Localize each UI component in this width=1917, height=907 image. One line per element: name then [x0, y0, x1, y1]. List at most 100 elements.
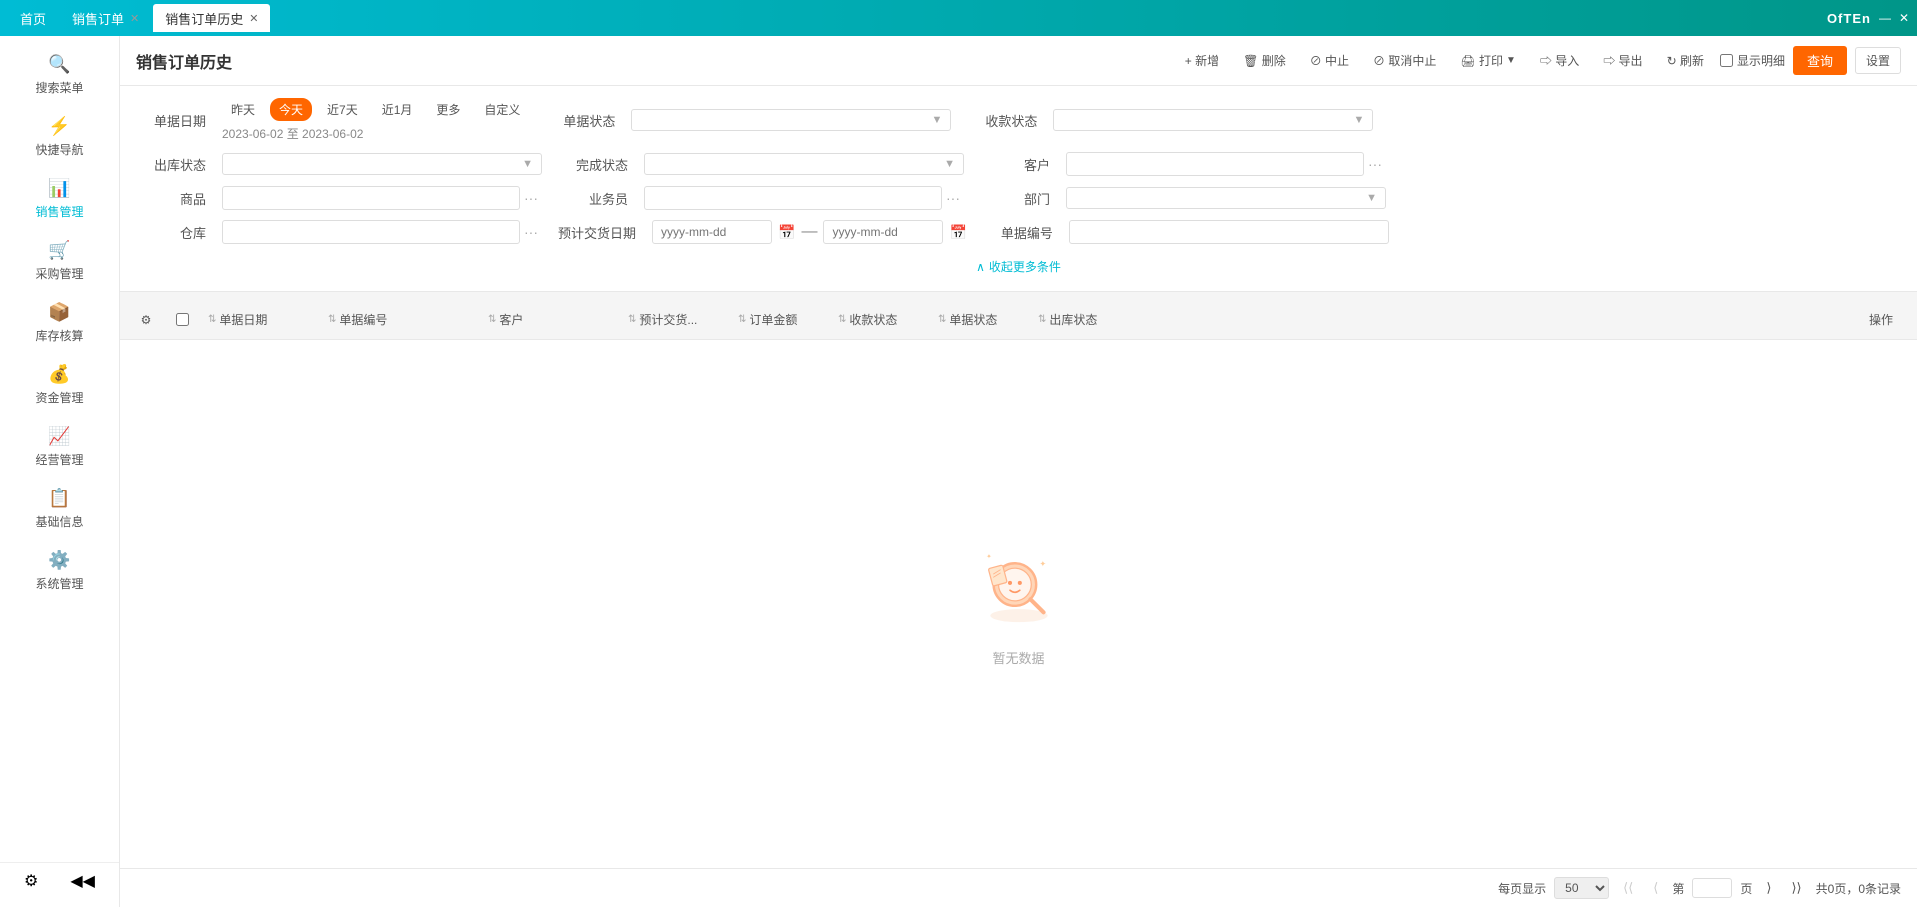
th-date-sort-icon[interactable]: ⇅: [208, 314, 216, 325]
sidebar-item-basic-info[interactable]: 📋 基础信息: [0, 478, 119, 540]
per-page-select[interactable]: 50 10 20 100: [1554, 877, 1609, 899]
date-buttons-group: 昨天 今天 近7天 近1月 更多 自定义: [222, 98, 529, 121]
warehouse-input[interactable]: [222, 220, 520, 244]
sidebar-item-capital-mgmt-label: 资金管理: [35, 389, 83, 406]
tab-sales-order[interactable]: 销售订单 ✕: [60, 4, 151, 32]
pagination-total-text: 共0页，0条记录: [1816, 880, 1901, 897]
th-amount-label: 订单金额: [749, 311, 797, 328]
order-no-input[interactable]: [1069, 220, 1389, 244]
delivery-date-dash: —: [801, 223, 817, 241]
goods-input[interactable]: [222, 186, 520, 210]
sidebar-item-operations-mgmt-label: 经营管理: [35, 451, 83, 468]
tab-sales-order-close[interactable]: ✕: [130, 12, 139, 25]
tab-sales-order-history-close[interactable]: ✕: [249, 12, 258, 25]
th-receipt-status-sort-icon[interactable]: ⇅: [838, 314, 846, 325]
date-btn-custom[interactable]: 自定义: [475, 98, 529, 121]
th-date-label: 单据日期: [219, 311, 267, 328]
sidebar-item-purchase-mgmt-label: 采购管理: [35, 265, 83, 282]
window-close-btn[interactable]: ✕: [1899, 11, 1909, 25]
completion-status-select[interactable]: ▼: [644, 153, 964, 175]
salesperson-dots-btn[interactable]: ···: [942, 190, 964, 206]
date-btn-1month[interactable]: 近1月: [373, 98, 422, 121]
pagination-last-btn[interactable]: ⟩⟩: [1785, 878, 1807, 898]
select-all-checkbox[interactable]: [176, 313, 189, 326]
collapse-row: ∧ 收起更多条件: [136, 254, 1901, 279]
stop-button[interactable]: ⊘ 中止: [1302, 48, 1357, 73]
sidebar-item-operations-mgmt[interactable]: 📈 经营管理: [0, 416, 119, 478]
delivery-date-start-input[interactable]: [652, 220, 772, 244]
customer-input[interactable]: [1066, 152, 1364, 176]
empty-text: 暂无数据: [992, 648, 1044, 667]
date-btn-more[interactable]: 更多: [427, 98, 469, 121]
delivery-status-select[interactable]: ▼: [222, 153, 542, 175]
th-amount: ⇅ 订单金额: [730, 311, 830, 328]
th-checkbox[interactable]: [164, 313, 200, 326]
order-no-label: 单据编号: [983, 223, 1053, 242]
th-customer-sort-icon[interactable]: ⇅: [488, 314, 496, 325]
settings-button[interactable]: 设置: [1855, 47, 1901, 74]
delivery-date-end-input[interactable]: [823, 220, 943, 244]
warehouse-dots-btn[interactable]: ···: [520, 224, 542, 240]
order-status-select[interactable]: ▼: [631, 109, 951, 131]
sidebar-item-quick-nav[interactable]: ⚡ 快捷导航: [0, 106, 119, 168]
filter-row-4: 仓库 ··· 预计交货日期 📅 — 📅 单据编号: [136, 220, 1901, 244]
th-order-status-sort-icon[interactable]: ⇅: [938, 314, 946, 325]
filter-row-3: 商品 ··· 业务员 ··· 部门 ▼: [136, 186, 1901, 210]
sidebar-item-inventory-check[interactable]: 📦 库存核算: [0, 292, 119, 354]
collapse-btn[interactable]: ∧ 收起更多条件: [976, 254, 1061, 279]
import-button[interactable]: ⇨ 导入: [1532, 48, 1587, 73]
sidebar-item-purchase-mgmt[interactable]: 🛒 采购管理: [0, 230, 119, 292]
export-button[interactable]: ⇨ 导出: [1595, 48, 1650, 73]
th-settings[interactable]: ⚙: [128, 313, 164, 327]
sidebar-item-quick-nav-label: 快捷导航: [35, 141, 83, 158]
th-order-no-sort-icon[interactable]: ⇅: [328, 314, 336, 325]
sidebar-bottom-settings-icon[interactable]: ⚙: [24, 871, 38, 891]
sidebar-bottom-volume-icon[interactable]: ◀◀: [70, 871, 95, 891]
customer-dots-btn[interactable]: ···: [1364, 156, 1386, 172]
tab-sales-order-history[interactable]: 销售订单历史 ✕: [153, 4, 270, 32]
svg-text:✦: ✦: [1039, 559, 1046, 568]
window-minimize-btn[interactable]: —: [1879, 11, 1891, 25]
sidebar-item-system-mgmt[interactable]: ⚙️ 系统管理: [0, 540, 119, 602]
date-btn-today[interactable]: 今天: [270, 98, 312, 121]
receipt-status-select[interactable]: ▼: [1053, 109, 1373, 131]
delivery-date-start-cal-icon[interactable]: 📅: [778, 224, 795, 241]
page-number-input[interactable]: 1: [1692, 878, 1732, 898]
th-amount-sort-icon[interactable]: ⇅: [738, 314, 746, 325]
delivery-date-group: 📅 — 📅: [652, 220, 967, 244]
date-btn-7days[interactable]: 近7天: [318, 98, 367, 121]
delete-button[interactable]: 🗑 删除: [1235, 48, 1294, 73]
sidebar-item-sales-mgmt[interactable]: 📊 销售管理: [0, 168, 119, 230]
delivery-date-end-cal-icon[interactable]: 📅: [949, 224, 966, 241]
collapse-label: 收起更多条件: [989, 258, 1061, 275]
th-delivery-status-sort-icon[interactable]: ⇅: [1038, 314, 1046, 325]
th-receipt-status: ⇅ 收款状态: [830, 311, 930, 328]
print-button[interactable]: 🖨 打印 ▼: [1452, 48, 1523, 73]
pagination-prev-btn[interactable]: ⟨: [1647, 878, 1664, 898]
th-delivery-sort-icon[interactable]: ⇅: [628, 314, 636, 325]
sidebar-item-search-menu[interactable]: 🔍 搜索菜单: [0, 44, 119, 106]
tab-home-label: 首页: [20, 9, 46, 28]
warehouse-field-wrap: ···: [222, 220, 542, 244]
sidebar-item-capital-mgmt[interactable]: 💰 资金管理: [0, 354, 119, 416]
th-order-status: ⇅ 单据状态: [930, 311, 1030, 328]
content-area: 销售订单历史 + 新增 🗑 删除 ⊘ 中止 ⊘ 取消中止 🖨 打印 ▼ ⇨ 导入…: [120, 36, 1917, 907]
query-button[interactable]: 查询: [1793, 46, 1847, 75]
settings-gear-icon[interactable]: ⚙: [141, 313, 152, 327]
refresh-button[interactable]: ↻ 刷新: [1659, 48, 1712, 73]
goods-dots-btn[interactable]: ···: [520, 190, 542, 206]
show-detail-checkbox[interactable]: [1720, 54, 1733, 67]
customer-label: 客户: [980, 155, 1050, 174]
cancel-stop-button[interactable]: ⊘ 取消中止: [1365, 48, 1444, 73]
date-btn-yesterday[interactable]: 昨天: [222, 98, 264, 121]
dept-arrow-icon: ▼: [1366, 192, 1377, 204]
show-detail-checkbox-label[interactable]: 显示明细: [1720, 52, 1785, 69]
dept-select[interactable]: ▼: [1066, 187, 1386, 209]
completion-status-arrow-icon: ▼: [944, 158, 955, 170]
salesperson-input[interactable]: [644, 186, 942, 210]
tab-home[interactable]: 首页: [8, 4, 58, 32]
tab-sales-order-label: 销售订单: [72, 9, 124, 28]
pagination-first-btn[interactable]: ⟨⟨: [1617, 878, 1639, 898]
pagination-next-btn[interactable]: ⟩: [1760, 878, 1777, 898]
new-button[interactable]: + 新增: [1177, 48, 1227, 73]
